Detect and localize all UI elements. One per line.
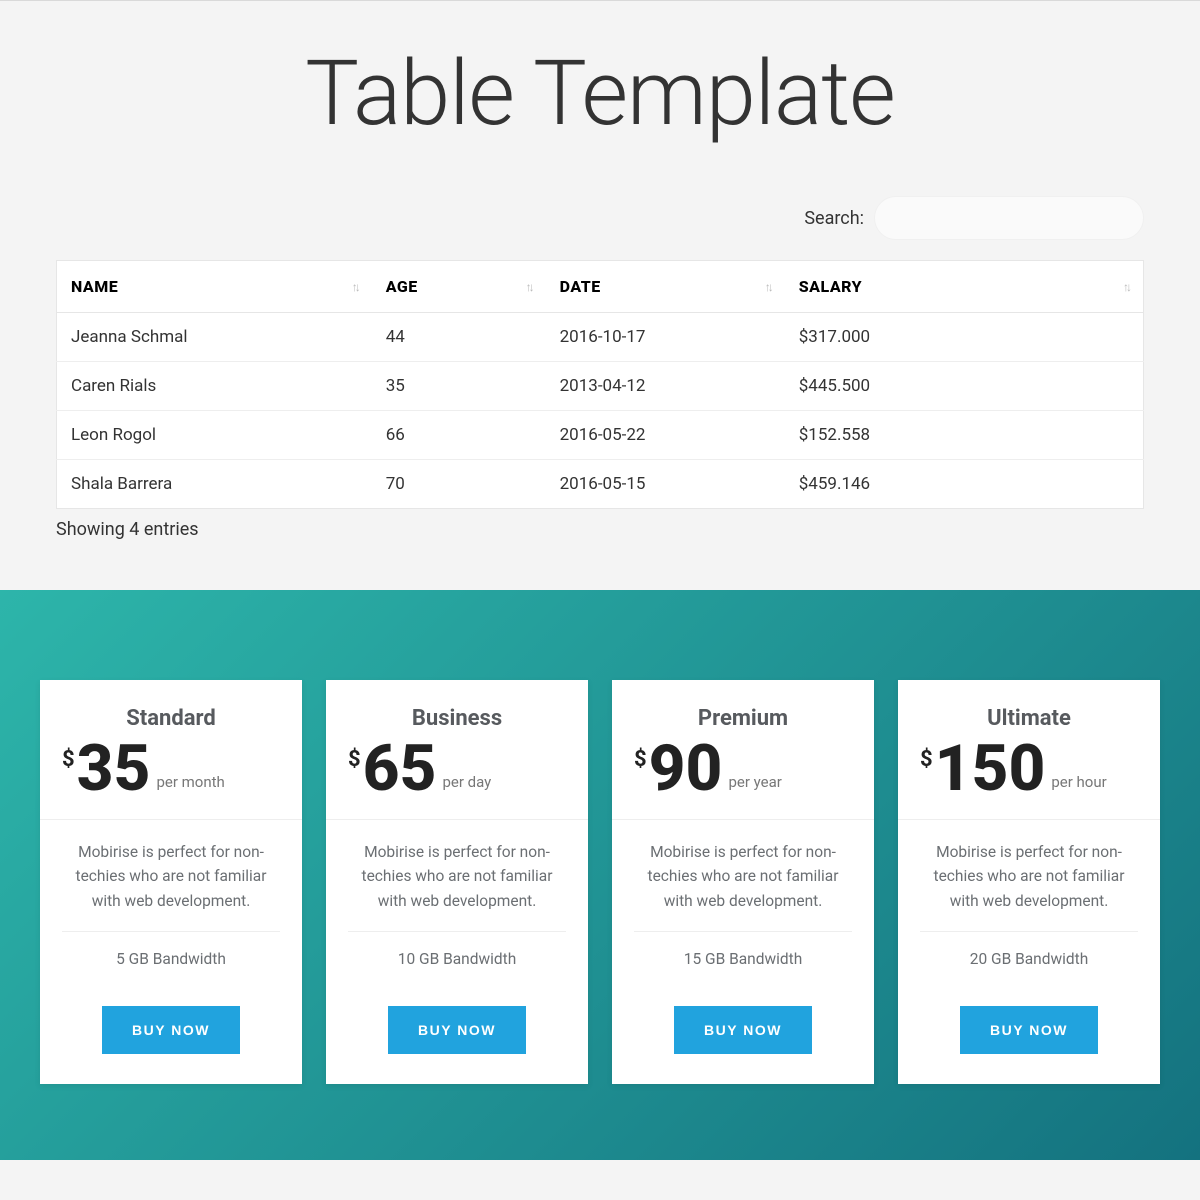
plan-feature: 15 GB Bandwidth <box>634 932 852 996</box>
price-line: $ 150 per hour <box>920 737 1138 801</box>
plan-name: Standard <box>62 706 280 731</box>
price-period: per hour <box>1051 773 1106 791</box>
cell-name: Jeanna Schmal <box>57 313 372 362</box>
table-row: Caren Rials 35 2013-04-12 $445.500 <box>57 362 1144 411</box>
cell-name: Caren Rials <box>57 362 372 411</box>
currency-symbol: $ <box>62 747 75 772</box>
cell-age: 35 <box>372 362 546 411</box>
sort-icon: ↑↓ <box>526 280 532 294</box>
price-amount: 150 <box>935 737 1046 801</box>
table-row: Jeanna Schmal 44 2016-10-17 $317.000 <box>57 313 1144 362</box>
plan-description: Mobirise is perfect for non-techies who … <box>634 840 852 932</box>
cell-date: 2016-05-15 <box>546 460 785 509</box>
price-amount: 90 <box>649 737 723 801</box>
sort-icon: ↑↓ <box>1123 280 1129 294</box>
cell-date: 2013-04-12 <box>546 362 785 411</box>
currency-symbol: $ <box>634 747 647 772</box>
cell-salary: $317.000 <box>785 313 1144 362</box>
sort-icon: ↑↓ <box>352 280 358 294</box>
cell-salary: $445.500 <box>785 362 1144 411</box>
search-input[interactable] <box>874 196 1144 240</box>
pricing-section: Standard $ 35 per month Mobirise is perf… <box>0 590 1200 1160</box>
cell-age: 66 <box>372 411 546 460</box>
sort-icon: ↑↓ <box>765 280 771 294</box>
price-period: per month <box>156 773 224 791</box>
cell-salary: $459.146 <box>785 460 1144 509</box>
cell-age: 44 <box>372 313 546 362</box>
pricing-card-business: Business $ 65 per day Mobirise is perfec… <box>326 680 588 1084</box>
search-label: Search: <box>804 208 864 229</box>
table-row: Leon Rogol 66 2016-05-22 $152.558 <box>57 411 1144 460</box>
plan-feature: 10 GB Bandwidth <box>348 932 566 996</box>
price-period: per year <box>728 773 781 791</box>
col-age-label: AGE <box>386 277 418 296</box>
plan-feature: 5 GB Bandwidth <box>62 932 280 996</box>
price-line: $ 65 per day <box>348 737 566 801</box>
cell-name: Shala Barrera <box>57 460 372 509</box>
buy-now-button[interactable]: BUY NOW <box>960 1006 1098 1054</box>
buy-now-button[interactable]: BUY NOW <box>102 1006 240 1054</box>
plan-description: Mobirise is perfect for non-techies who … <box>920 840 1138 932</box>
buy-now-button[interactable]: BUY NOW <box>674 1006 812 1054</box>
pricing-card-ultimate: Ultimate $ 150 per hour Mobirise is perf… <box>898 680 1160 1084</box>
price-line: $ 35 per month <box>62 737 280 801</box>
cell-date: 2016-05-22 <box>546 411 785 460</box>
currency-symbol: $ <box>920 747 933 772</box>
table-row: Shala Barrera 70 2016-05-15 $459.146 <box>57 460 1144 509</box>
price-amount: 65 <box>363 737 437 801</box>
entries-info: Showing 4 entries <box>56 519 1144 540</box>
plan-feature: 20 GB Bandwidth <box>920 932 1138 996</box>
data-table: NAME ↑↓ AGE ↑↓ DATE ↑↓ SALARY ↑↓ Je <box>56 260 1144 509</box>
cell-age: 70 <box>372 460 546 509</box>
cell-salary: $152.558 <box>785 411 1144 460</box>
plan-name: Ultimate <box>920 706 1138 731</box>
price-line: $ 90 per year <box>634 737 852 801</box>
pricing-card-standard: Standard $ 35 per month Mobirise is perf… <box>40 680 302 1084</box>
price-period: per day <box>442 773 491 791</box>
col-date[interactable]: DATE ↑↓ <box>546 261 785 313</box>
price-amount: 35 <box>77 737 151 801</box>
col-name[interactable]: NAME ↑↓ <box>57 261 372 313</box>
cell-name: Leon Rogol <box>57 411 372 460</box>
col-name-label: NAME <box>71 277 118 296</box>
pricing-card-premium: Premium $ 90 per year Mobirise is perfec… <box>612 680 874 1084</box>
page-title: Table Template <box>56 41 1144 146</box>
plan-name: Premium <box>634 706 852 731</box>
plan-name: Business <box>348 706 566 731</box>
col-salary[interactable]: SALARY ↑↓ <box>785 261 1144 313</box>
col-age[interactable]: AGE ↑↓ <box>372 261 546 313</box>
col-salary-label: SALARY <box>799 277 862 296</box>
plan-description: Mobirise is perfect for non-techies who … <box>62 840 280 932</box>
buy-now-button[interactable]: BUY NOW <box>388 1006 526 1054</box>
search-row: Search: <box>56 196 1144 240</box>
currency-symbol: $ <box>348 747 361 772</box>
cell-date: 2016-10-17 <box>546 313 785 362</box>
col-date-label: DATE <box>560 277 601 296</box>
plan-description: Mobirise is perfect for non-techies who … <box>348 840 566 932</box>
